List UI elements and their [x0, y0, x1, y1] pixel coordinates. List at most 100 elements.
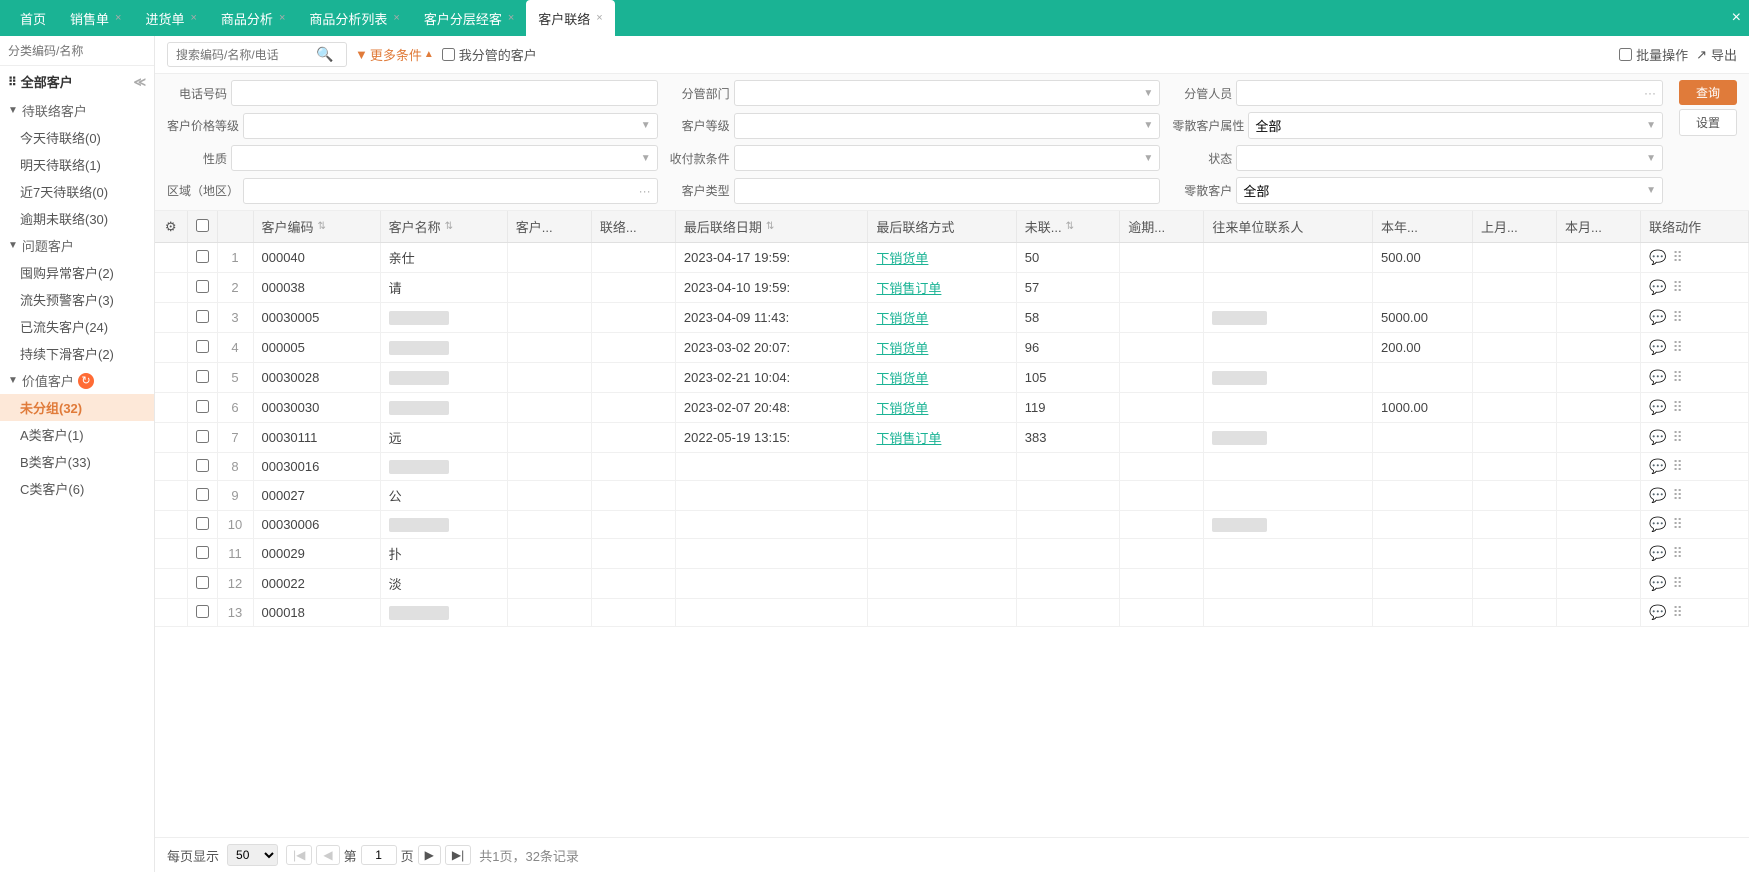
value-customers-group[interactable]: ▼ 价值客户 ↻: [0, 367, 154, 394]
close-product-analysis-tab[interactable]: ×: [279, 12, 285, 24]
contact-action-icon[interactable]: 💬: [1649, 458, 1666, 475]
region-input[interactable]: ···: [243, 178, 658, 204]
last-month-header[interactable]: 上月...: [1472, 211, 1556, 243]
search-icon[interactable]: 🔍: [316, 46, 333, 63]
contact-method-link[interactable]: 下销售订单: [876, 281, 941, 296]
query-button[interactable]: 查询: [1679, 80, 1737, 105]
row-checkbox[interactable]: [196, 430, 209, 443]
customer-type-header[interactable]: 客户...: [507, 211, 591, 243]
last-contact-date-header[interactable]: 最后联络日期 ⇅: [675, 211, 868, 243]
contact-action-icon[interactable]: 💬: [1649, 309, 1666, 326]
sidebar-collapse-button[interactable]: ≪: [133, 75, 146, 89]
row-checkbox-cell[interactable]: [187, 423, 217, 453]
problem-customers-group[interactable]: ▼ 问题客户: [0, 232, 154, 259]
more-action-icon[interactable]: ⠿: [1673, 487, 1683, 504]
my-customers-checkbox[interactable]: 我分管的客户: [442, 45, 537, 64]
tab-product-analysis[interactable]: 商品分析 ×: [209, 0, 297, 36]
customer-name-header[interactable]: 客户名称 ⇅: [380, 211, 507, 243]
row-checkbox-cell[interactable]: [187, 599, 217, 627]
more-action-icon[interactable]: ⠿: [1673, 249, 1683, 266]
export-button[interactable]: ↗ 导出: [1696, 45, 1737, 64]
contact-header[interactable]: 联络...: [591, 211, 675, 243]
sidebar-item-7days-pending[interactable]: 近7天待联络(0): [0, 178, 154, 205]
pending-contact-group[interactable]: ▼ 待联络客户: [0, 97, 154, 124]
sidebar-search-input[interactable]: [8, 44, 155, 58]
contact-action-icon[interactable]: 💬: [1649, 339, 1666, 356]
close-product-analysis-list-tab[interactable]: ×: [393, 12, 399, 24]
batch-op-check[interactable]: [1619, 48, 1632, 61]
next-page-button[interactable]: ▶: [418, 845, 441, 865]
row-checkbox[interactable]: [196, 340, 209, 353]
my-customers-check[interactable]: [442, 48, 455, 61]
nature-select[interactable]: ▼: [231, 145, 658, 171]
row-checkbox[interactable]: [196, 370, 209, 383]
row-checkbox[interactable]: [196, 605, 209, 618]
sidebar-item-today-pending[interactable]: 今天待联络(0): [0, 124, 154, 151]
customer-level-select[interactable]: ▼: [734, 113, 1161, 139]
more-action-icon[interactable]: ⠿: [1673, 545, 1683, 562]
sidebar-item-a-class[interactable]: A类客户(1): [0, 421, 154, 448]
sidebar-item-declining[interactable]: 持续下滑客户(2): [0, 340, 154, 367]
sidebar-item-b-class[interactable]: B类客户(33): [0, 448, 154, 475]
more-action-icon[interactable]: ⠿: [1673, 399, 1683, 416]
more-action-icon[interactable]: ⠿: [1673, 604, 1683, 621]
tab-product-analysis-list[interactable]: 商品分析列表 ×: [297, 0, 411, 36]
tab-sales[interactable]: 销售单 ×: [58, 0, 133, 36]
tab-purchase[interactable]: 进货单 ×: [133, 0, 208, 36]
more-action-icon[interactable]: ⠿: [1673, 339, 1683, 356]
page-input[interactable]: [361, 845, 397, 865]
partner-contact-header[interactable]: 往来单位联系人: [1204, 211, 1373, 243]
select-all-checkbox[interactable]: [196, 219, 209, 232]
row-checkbox[interactable]: [196, 280, 209, 293]
close-sales-tab[interactable]: ×: [115, 12, 121, 24]
row-checkbox[interactable]: [196, 517, 209, 530]
home-tab[interactable]: 首页: [8, 9, 58, 28]
retail-attr-select[interactable]: 全部 ▼: [1248, 112, 1663, 139]
sidebar-item-tomorrow-pending[interactable]: 明天待联络(1): [0, 151, 154, 178]
close-customer-segment-tab[interactable]: ×: [508, 12, 514, 24]
contact-method-link[interactable]: 下销货单: [876, 371, 928, 386]
global-close-button[interactable]: ×: [1732, 9, 1741, 27]
more-action-icon[interactable]: ⠿: [1673, 429, 1683, 446]
row-checkbox[interactable]: [196, 250, 209, 263]
all-customers-section[interactable]: ⠿ 全部客户 ≪: [0, 66, 154, 97]
sidebar-item-churned[interactable]: 已流失客户(24): [0, 313, 154, 340]
row-checkbox-cell[interactable]: [187, 363, 217, 393]
reset-button[interactable]: 设置: [1679, 109, 1737, 136]
row-checkbox-cell[interactable]: [187, 453, 217, 481]
row-checkbox[interactable]: [196, 310, 209, 323]
last-contact-method-header[interactable]: 最后联络方式: [868, 211, 1016, 243]
search-input[interactable]: [176, 48, 316, 62]
sidebar-item-churn-warning[interactable]: 流失预警客户(3): [0, 286, 154, 313]
more-action-icon[interactable]: ⠿: [1673, 279, 1683, 296]
row-checkbox-cell[interactable]: [187, 539, 217, 569]
sidebar-item-hoarding-abnormal[interactable]: 囤购异常客户(2): [0, 259, 154, 286]
more-action-icon[interactable]: ⠿: [1673, 369, 1683, 386]
more-action-icon[interactable]: ⠿: [1673, 516, 1683, 533]
row-checkbox-cell[interactable]: [187, 481, 217, 511]
contact-action-icon[interactable]: 💬: [1649, 604, 1666, 621]
close-customer-contact-tab[interactable]: ×: [596, 12, 602, 24]
row-checkbox-cell[interactable]: [187, 511, 217, 539]
customer-code-header[interactable]: 客户编码 ⇅: [253, 211, 380, 243]
payment-select[interactable]: ▼: [734, 145, 1161, 171]
row-checkbox-cell[interactable]: [187, 303, 217, 333]
sidebar-item-c-class[interactable]: C类客户(6): [0, 475, 154, 502]
row-checkbox[interactable]: [196, 400, 209, 413]
batch-op-button[interactable]: 批量操作: [1619, 45, 1688, 64]
contact-action-icon[interactable]: 💬: [1649, 429, 1666, 446]
retail-customer-select[interactable]: 全部 ▼: [1236, 177, 1663, 204]
more-action-icon[interactable]: ⠿: [1673, 309, 1683, 326]
first-page-button[interactable]: |◀: [286, 845, 312, 865]
row-checkbox-cell[interactable]: [187, 273, 217, 303]
contact-action-icon[interactable]: 💬: [1649, 545, 1666, 562]
sidebar-item-overdue-pending[interactable]: 逾期未联络(30): [0, 205, 154, 232]
contact-action-icon[interactable]: 💬: [1649, 487, 1666, 504]
sidebar-item-ungrouped[interactable]: 未分组(32): [0, 394, 154, 421]
contact-action-icon[interactable]: 💬: [1649, 575, 1666, 592]
price-level-select[interactable]: ▼: [243, 113, 658, 139]
contact-action-icon[interactable]: 💬: [1649, 399, 1666, 416]
contact-action-icon[interactable]: 💬: [1649, 249, 1666, 266]
contact-action-icon[interactable]: 💬: [1649, 279, 1666, 296]
overdue-header[interactable]: 逾期...: [1120, 211, 1204, 243]
